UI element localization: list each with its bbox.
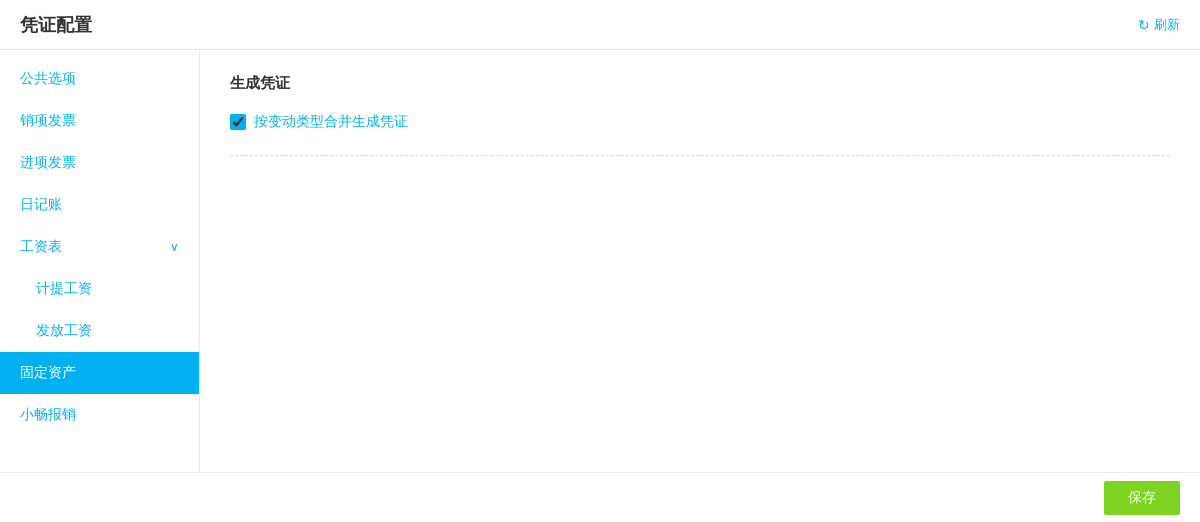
sidebar-item-label: 销项发票: [20, 112, 76, 130]
page-title: 凭证配置: [20, 13, 92, 37]
sidebar-item-purchase-invoice[interactable]: 进项发票: [0, 142, 199, 184]
section-title: 生成凭证: [230, 74, 1170, 93]
refresh-button[interactable]: ↻ 刷新: [1138, 16, 1180, 34]
sidebar-item-label: 发放工资: [36, 322, 92, 340]
refresh-label: 刷新: [1154, 16, 1180, 34]
sidebar-item-payroll-table[interactable]: 工资表 ∨: [0, 226, 199, 268]
checkbox-row: 按变动类型合并生成凭证: [230, 113, 1170, 131]
checkbox-label[interactable]: 按变动类型合并生成凭证: [254, 113, 408, 131]
sidebar-item-sales-invoice[interactable]: 销项发票: [0, 100, 199, 142]
sidebar-item-issue-payroll[interactable]: 发放工资: [0, 310, 199, 352]
merge-by-type-checkbox[interactable]: [230, 114, 246, 130]
chevron-down-icon: ∨: [170, 240, 179, 254]
sidebar-item-label: 计提工资: [36, 280, 92, 298]
sidebar-item-expense-report[interactable]: 小畅报销: [0, 394, 199, 436]
content-area: 生成凭证 按变动类型合并生成凭证: [200, 50, 1200, 472]
sidebar-item-label: 工资表: [20, 238, 62, 256]
section-divider: [230, 155, 1170, 156]
sidebar-item-calc-payroll[interactable]: 计提工资: [0, 268, 199, 310]
sidebar-item-journal[interactable]: 日记账: [0, 184, 199, 226]
page-footer: 保存: [0, 472, 1200, 522]
page-header: 凭证配置 ↻ 刷新: [0, 0, 1200, 50]
main-content: 公共选项 销项发票 进项发票 日记账 工资表 ∨ 计提工资 发放工资 固定资: [0, 50, 1200, 472]
sidebar-item-label: 小畅报销: [20, 406, 76, 424]
sidebar-item-fixed-assets[interactable]: 固定资产: [0, 352, 199, 394]
page-wrapper: 凭证配置 ↻ 刷新 公共选项 销项发票 进项发票 日记账 工资表 ∨: [0, 0, 1200, 522]
sidebar-item-public-options[interactable]: 公共选项: [0, 58, 199, 100]
sidebar: 公共选项 销项发票 进项发票 日记账 工资表 ∨ 计提工资 发放工资 固定资: [0, 50, 200, 472]
save-button[interactable]: 保存: [1104, 481, 1180, 515]
sidebar-item-label: 固定资产: [20, 364, 76, 382]
sidebar-item-label: 日记账: [20, 196, 62, 214]
refresh-icon: ↻: [1138, 17, 1150, 33]
sidebar-item-label: 公共选项: [20, 70, 76, 88]
sidebar-item-label: 进项发票: [20, 154, 76, 172]
